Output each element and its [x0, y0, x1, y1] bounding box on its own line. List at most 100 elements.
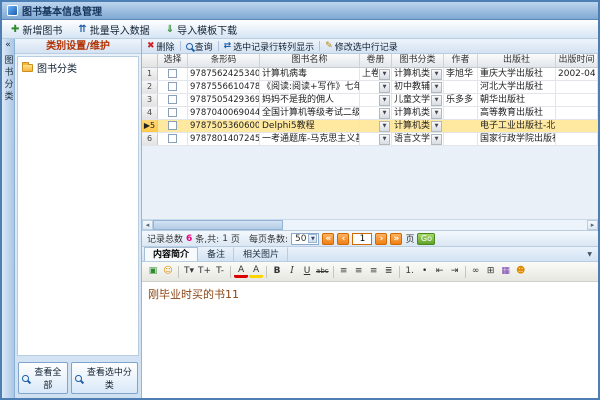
- author-cell: [444, 107, 478, 119]
- delete-button[interactable]: ✖ 删除: [147, 40, 175, 53]
- collapse-left-icon[interactable]: «: [5, 39, 11, 52]
- prev-page-button[interactable]: ‹: [337, 232, 350, 245]
- volume-dropdown-icon[interactable]: ▼: [379, 107, 390, 119]
- column-header-auth[interactable]: 作者: [444, 54, 478, 67]
- edit-icon: ✎: [325, 41, 333, 51]
- bold-icon[interactable]: B: [270, 265, 284, 279]
- table-row[interactable]: ▶5 9787505360600 Delphi5教程 ▼ 计算机类 ▼ 电子工业出版社-北京: [142, 120, 598, 133]
- volume-dropdown-icon[interactable]: ▼: [379, 68, 390, 80]
- category-dropdown-icon[interactable]: ▼: [431, 94, 442, 106]
- row-checkbox[interactable]: [168, 82, 177, 91]
- book-name-cell: 计算机病毒: [260, 68, 360, 80]
- font-color-icon[interactable]: A: [234, 265, 249, 278]
- row-checkbox[interactable]: [168, 134, 177, 143]
- statusbar: 记录总数 6 条,共: 1 页 每页条数: 50 ▼ « ‹ › » 页 Go: [142, 230, 598, 246]
- column-header-bar[interactable]: 条形码: [188, 54, 260, 67]
- transpose-button[interactable]: ⇄ 选中记录行转列显示: [224, 40, 315, 53]
- column-header-date[interactable]: 出版时间: [556, 54, 598, 67]
- tab-content-intro[interactable]: 内容简介: [144, 247, 199, 261]
- image-icon[interactable]: ▣: [146, 265, 160, 279]
- ordered-list-icon[interactable]: 1.: [403, 265, 417, 279]
- column-header-pub[interactable]: 出版社: [478, 54, 556, 67]
- emoticon-icon[interactable]: ☺: [161, 265, 175, 279]
- table-row[interactable]: 4 9787040069044全国计算机等级考试二级教程-Pascal语言程序设计…: [142, 107, 598, 120]
- category-dropdown-icon[interactable]: ▼: [431, 81, 442, 93]
- font-shrink-icon[interactable]: T-: [213, 265, 227, 279]
- add-book-button[interactable]: ✚ 新增图书: [7, 21, 66, 38]
- row-checkbox[interactable]: [168, 108, 177, 117]
- chevron-down-icon: ▼: [308, 234, 318, 243]
- scrollbar-track[interactable]: [283, 220, 587, 230]
- table-row[interactable]: 69787801407245一考通题库-马克思主义基本原理概论▼语言文学类▼国家…: [142, 133, 598, 146]
- first-page-button[interactable]: «: [322, 232, 335, 245]
- pin-icon[interactable]: ▼: [583, 251, 596, 258]
- query-button-label: 查询: [194, 42, 213, 53]
- horizontal-scrollbar[interactable]: ◂ ▸: [142, 219, 598, 230]
- collapsed-panel-label[interactable]: 图书分类: [2, 55, 15, 103]
- content-editor[interactable]: 刚毕业时买的书11: [142, 282, 598, 398]
- tree-item-book-category[interactable]: 图书分类: [18, 57, 138, 78]
- align-left-icon[interactable]: ≡: [337, 265, 351, 279]
- next-page-button[interactable]: ›: [375, 232, 388, 245]
- column-header-vol[interactable]: 卷册: [360, 54, 392, 67]
- publish-date-cell: [556, 133, 598, 145]
- view-selected-category-button[interactable]: 查看选中分类: [71, 362, 138, 394]
- align-justify-icon[interactable]: ≣: [382, 265, 396, 279]
- per-page-select[interactable]: 50 ▼: [290, 232, 320, 245]
- column-header-sel[interactable]: 选择: [158, 54, 188, 67]
- palette-icon[interactable]: ▦: [499, 265, 513, 279]
- view-all-button[interactable]: 查看全部: [18, 362, 69, 394]
- row-checkbox[interactable]: [168, 95, 177, 104]
- volume-value: 上卷: [362, 69, 378, 79]
- volume-dropdown-icon[interactable]: ▼: [379, 94, 390, 106]
- highlight-color-icon[interactable]: A: [249, 265, 264, 278]
- page-input[interactable]: [352, 232, 373, 245]
- category-cell: 计算机类 ▼: [392, 120, 444, 132]
- align-center-icon[interactable]: ≡: [352, 265, 366, 279]
- tab-related-images[interactable]: 相关图片: [234, 247, 289, 261]
- per-page-label: 每页条数:: [248, 235, 288, 245]
- indent-icon[interactable]: ⇥: [448, 265, 462, 279]
- italic-icon[interactable]: I: [285, 265, 299, 279]
- smiley-icon[interactable]: ☻: [514, 265, 528, 279]
- batch-import-button[interactable]: ⇈ 批量导入数据: [74, 21, 153, 38]
- category-dropdown-icon[interactable]: ▼: [431, 133, 442, 145]
- font-size-icon[interactable]: T▾: [182, 265, 196, 279]
- volume-dropdown-icon[interactable]: ▼: [379, 81, 390, 93]
- align-right-icon[interactable]: ≡: [367, 265, 381, 279]
- table-row[interactable]: 3 9787505429369 妈妈不是我的佣人 ▼ 儿童文学 ▼ 乐多多 朝华出版社: [142, 94, 598, 107]
- row-checkbox[interactable]: [168, 121, 177, 130]
- edit-selected-button[interactable]: ✎ 修改选中行记录: [325, 40, 398, 53]
- underline-icon[interactable]: U: [300, 265, 314, 279]
- tab-notes[interactable]: 备注: [198, 247, 235, 261]
- outdent-icon[interactable]: ⇤: [433, 265, 447, 279]
- author-cell: [444, 120, 478, 132]
- category-dropdown-icon[interactable]: ▼: [431, 68, 442, 80]
- scrollbar-thumb[interactable]: [153, 220, 283, 230]
- query-button[interactable]: 查询: [185, 40, 213, 53]
- column-header-name[interactable]: 图书名称: [260, 54, 360, 67]
- scroll-left-icon[interactable]: ◂: [142, 220, 153, 230]
- category-dropdown-icon[interactable]: ▼: [431, 107, 442, 119]
- column-header-cat[interactable]: 图书分类: [392, 54, 444, 67]
- volume-dropdown-icon[interactable]: ▼: [379, 133, 390, 145]
- font-grow-icon[interactable]: T+: [197, 265, 212, 279]
- table-row[interactable]: 29787556610478《阅读:阅读+写作》七年级▼初中教辅▼河北大学出版社: [142, 81, 598, 94]
- separator: [332, 265, 334, 278]
- book-name-cell: 一考通题库-马克思主义基本原理概论: [260, 133, 360, 145]
- row-checkbox[interactable]: [168, 69, 177, 78]
- unordered-list-icon[interactable]: •: [418, 265, 432, 279]
- volume-dropdown-icon[interactable]: ▼: [379, 120, 390, 132]
- sidebar-header: 类别设置/维护: [15, 39, 141, 54]
- template-download-button[interactable]: ⇓ 导入模板下载: [162, 21, 241, 38]
- go-button[interactable]: Go: [417, 232, 436, 245]
- scroll-right-icon[interactable]: ▸: [587, 220, 598, 230]
- category-dropdown-icon[interactable]: ▼: [431, 120, 442, 132]
- link-icon[interactable]: ∞: [469, 265, 483, 279]
- category-value: 计算机类: [394, 121, 430, 131]
- last-page-button[interactable]: »: [390, 232, 403, 245]
- table-icon[interactable]: ⊞: [484, 265, 498, 279]
- strikethrough-icon[interactable]: abc: [315, 265, 330, 279]
- table-row[interactable]: 19787562425340计算机病毒上卷▼计算机类▼李旭华重庆大学出版社200…: [142, 68, 598, 81]
- publish-date-cell: [556, 120, 598, 132]
